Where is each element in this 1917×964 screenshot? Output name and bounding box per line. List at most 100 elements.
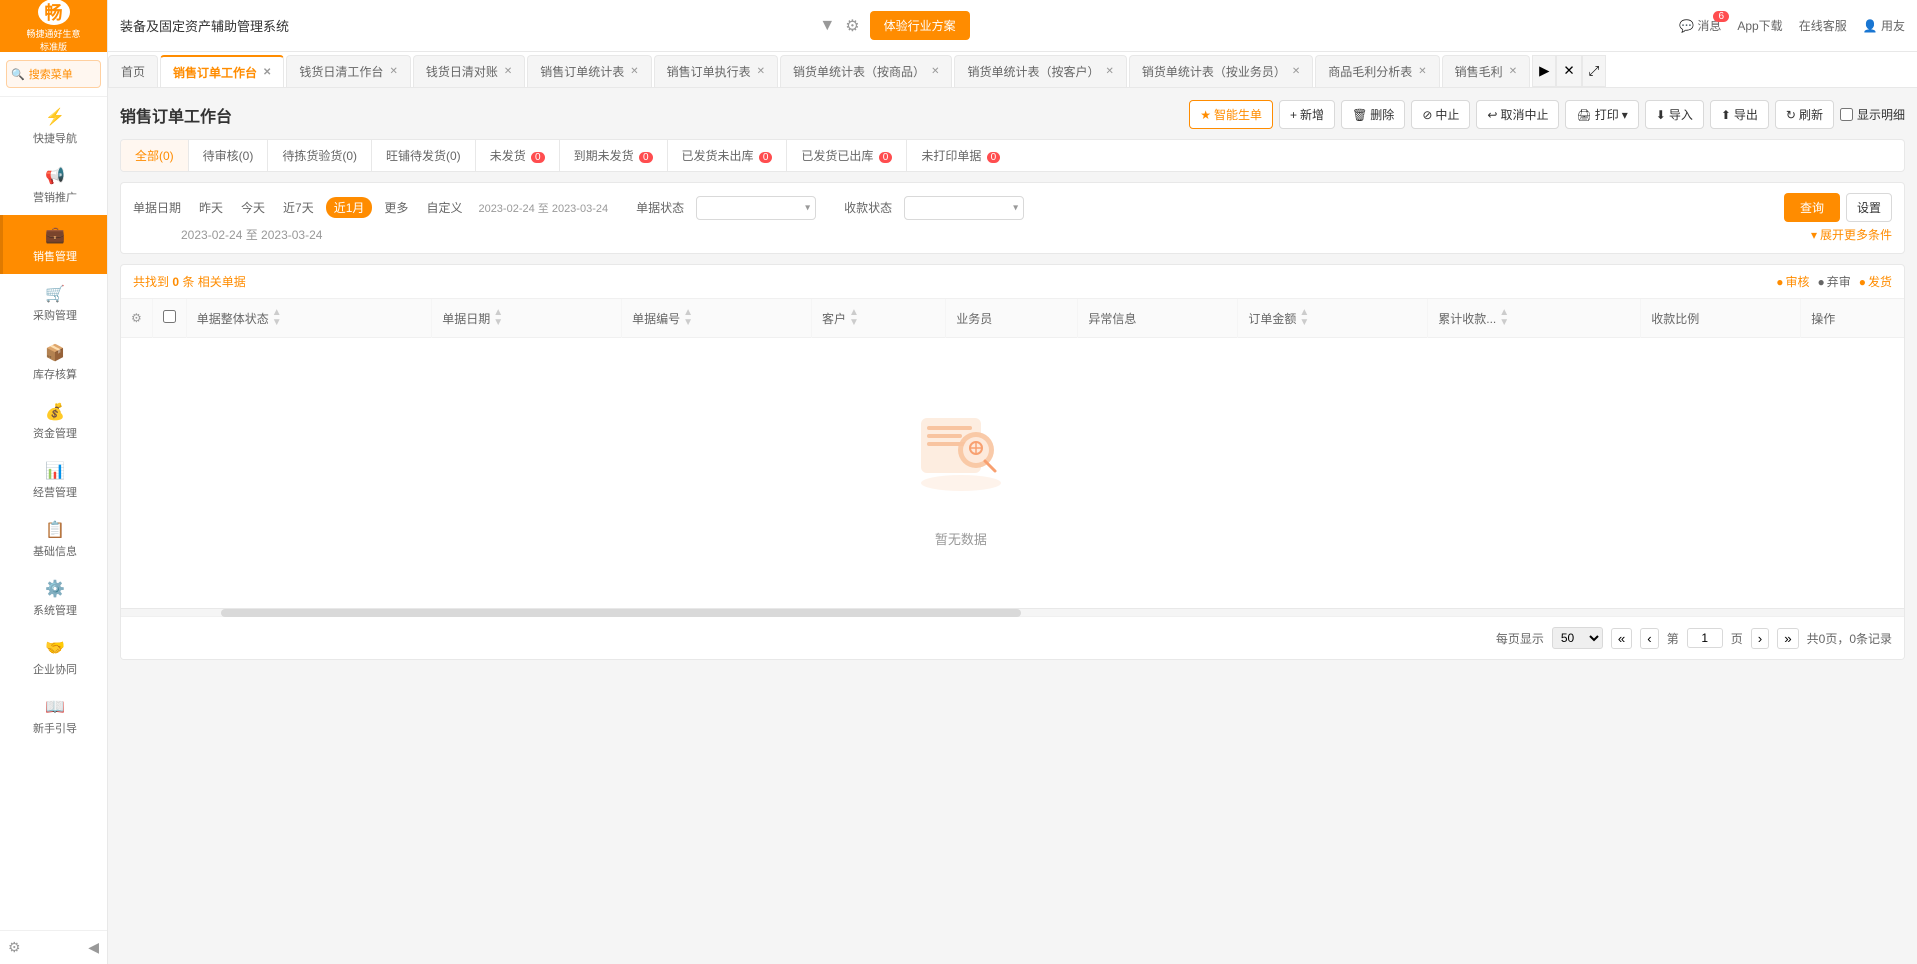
- filter-tab-shipped-not-out[interactable]: 已发货未出库 0: [668, 140, 788, 171]
- th-staff-sort[interactable]: 业务员: [956, 310, 1067, 327]
- message-badge-wrap[interactable]: 💬 消息 6: [1679, 17, 1721, 34]
- expand-conditions-button[interactable]: ▾ 展开更多条件: [1811, 226, 1892, 243]
- filter-tab-not-shipped[interactable]: 未发货 0: [476, 140, 560, 171]
- ship-button[interactable]: ● 发货: [1859, 273, 1892, 290]
- tab-gross-margin[interactable]: 商品毛利分析表 ✕: [1315, 55, 1439, 87]
- tab-cash-daily-close[interactable]: ✕: [389, 66, 397, 77]
- th-status-sort[interactable]: 单据整体状态 ▲▼: [197, 308, 422, 328]
- tab-gross-margin-close[interactable]: ✕: [1418, 66, 1426, 77]
- tab-sale-stats-staff[interactable]: 销货单统计表（按业务员） ✕: [1129, 55, 1313, 87]
- tab-cash-daily[interactable]: 钱货日清工作台 ✕: [286, 55, 410, 87]
- th-customer-sort[interactable]: 客户 ▲▼: [822, 308, 935, 328]
- last-page-button[interactable]: »: [1777, 628, 1798, 649]
- payment-select[interactable]: [904, 196, 1024, 220]
- sidebar-nav-item-cooperation[interactable]: 🤝 企业协同: [0, 628, 107, 687]
- date-quick-last7[interactable]: 近7天: [277, 197, 320, 218]
- collapse-sidebar-button[interactable]: ◀: [88, 939, 99, 956]
- query-button[interactable]: 查询: [1784, 193, 1840, 222]
- industry-solution-button[interactable]: 体验行业方案: [870, 11, 970, 40]
- sidebar-nav-item-finance[interactable]: 💰 资金管理: [0, 392, 107, 451]
- add-button[interactable]: + 新增: [1279, 100, 1335, 129]
- logo[interactable]: 畅 畅捷通好生意 标准版: [0, 0, 107, 52]
- sidebar-nav-item-system[interactable]: ⚙️ 系统管理: [0, 569, 107, 628]
- filter-tab-not-printed[interactable]: 未打印单据 0: [907, 140, 1014, 171]
- tab-sales-revenue[interactable]: 销售毛利 ✕: [1442, 55, 1530, 87]
- date-quick-last1m[interactable]: 近1月: [326, 197, 373, 218]
- tab-cash-reconcile-close[interactable]: ✕: [504, 66, 512, 77]
- th-collected-sort[interactable]: 累计收款... ▲▼: [1438, 308, 1630, 328]
- print-button[interactable]: 🖨 打印 ▾: [1565, 100, 1638, 129]
- tab-fullscreen-button[interactable]: ⤢: [1582, 55, 1607, 87]
- date-quick-today[interactable]: 今天: [235, 197, 271, 218]
- tab-sale-stats-staff-close[interactable]: ✕: [1292, 66, 1300, 77]
- date-quick-custom[interactable]: 自定义: [420, 197, 468, 218]
- tab-home[interactable]: 首页: [108, 55, 158, 87]
- sidebar-nav-item-guide[interactable]: 📖 新手引导: [0, 687, 107, 746]
- select-all-checkbox[interactable]: [163, 310, 176, 323]
- th-settings[interactable]: ⚙: [121, 299, 152, 338]
- sidebar-nav-item-quick[interactable]: ⚡ 快捷导航: [0, 97, 107, 156]
- review-button[interactable]: ● 审核: [1776, 273, 1809, 290]
- sidebar-nav-item-marketing[interactable]: 📢 营销推广: [0, 156, 107, 215]
- sidebar-nav-item-purchase[interactable]: 🛒 采购管理: [0, 274, 107, 333]
- stop-button[interactable]: ⊘ 中止: [1411, 100, 1470, 129]
- tab-sale-stats-customer-close[interactable]: ✕: [1105, 66, 1113, 77]
- th-amount-sort[interactable]: 订单金额 ▲▼: [1248, 308, 1417, 328]
- delete-button[interactable]: 🗑 删除: [1341, 100, 1405, 129]
- scrollbar-thumb[interactable]: [221, 609, 1021, 617]
- topbar-settings-icon[interactable]: ▼: [819, 17, 835, 35]
- page-size-select[interactable]: 50 10 20 100: [1552, 627, 1603, 649]
- smart-order-button[interactable]: ★ 智能生单: [1189, 100, 1273, 129]
- filter-tab-wangpu[interactable]: 旺铺待发货(0): [372, 140, 476, 171]
- filter-tab-expired-not-shipped[interactable]: 到期未发货 0: [560, 140, 668, 171]
- tab-nav-more-button[interactable]: ▶: [1532, 55, 1556, 87]
- tab-sale-stats-product-close[interactable]: ✕: [931, 66, 939, 77]
- prev-page-button[interactable]: ‹: [1640, 628, 1658, 649]
- tab-sales-revenue-close[interactable]: ✕: [1509, 66, 1517, 77]
- tab-sales-exec-close[interactable]: ✕: [757, 66, 765, 77]
- date-quick-more[interactable]: 更多: [378, 197, 414, 218]
- app-download-link[interactable]: App下载: [1737, 17, 1782, 34]
- tab-cash-reconcile[interactable]: 钱货日清对账 ✕: [413, 55, 525, 87]
- filter-tab-pending-review[interactable]: 待审核(0): [189, 140, 269, 171]
- filter-tab-all[interactable]: 全部(0): [121, 140, 189, 171]
- show-detail-checkbox[interactable]: [1840, 108, 1853, 121]
- cancel-stop-button[interactable]: ↩ 取消中止: [1476, 100, 1559, 129]
- user-avatar[interactable]: 👤 用友: [1863, 17, 1905, 34]
- export-button[interactable]: ⬆ 导出: [1710, 100, 1769, 129]
- show-detail-label[interactable]: 显示明细: [1840, 106, 1905, 123]
- topbar-config-icon[interactable]: ⚙: [845, 16, 859, 36]
- tab-sales-workbench[interactable]: 销售订单工作台 ✕: [160, 55, 284, 87]
- tab-close-all-button[interactable]: ✕: [1556, 55, 1581, 87]
- online-service-link[interactable]: 在线客服: [1799, 17, 1847, 34]
- status-label: 单据状态: [636, 199, 684, 216]
- tab-sale-stats-customer[interactable]: 销货单统计表（按客户） ✕: [954, 55, 1126, 87]
- filter-tab-shipped-out[interactable]: 已发货已出库 0: [787, 140, 907, 171]
- tab-sales-stats[interactable]: 销售订单统计表 ✕: [527, 55, 651, 87]
- sidebar-nav-item-operations[interactable]: 📊 经营管理: [0, 451, 107, 510]
- sidebar-nav-item-inventory[interactable]: 📦 库存核算: [0, 333, 107, 392]
- date-quick-yesterday[interactable]: 昨天: [193, 197, 229, 218]
- tab-sales-stats-close[interactable]: ✕: [630, 66, 638, 77]
- next-page-button[interactable]: ›: [1751, 628, 1769, 649]
- void-button[interactable]: ● 弃审: [1817, 273, 1850, 290]
- import-button[interactable]: ⬇ 导入: [1645, 100, 1704, 129]
- sidebar-nav-item-sales[interactable]: 💼 销售管理: [0, 215, 107, 274]
- filter-tab-pending-inspect[interactable]: 待拣货验货(0): [268, 140, 372, 171]
- th-number-sort[interactable]: 单据编号 ▲▼: [632, 308, 801, 328]
- horizontal-scrollbar[interactable]: [121, 608, 1904, 616]
- page-number-input[interactable]: [1687, 628, 1723, 648]
- th-checkbox[interactable]: [152, 299, 186, 338]
- search-menu-button[interactable]: 🔍 搜索菜单: [6, 60, 101, 88]
- tab-sale-stats-product[interactable]: 销货单统计表（按商品） ✕: [780, 55, 952, 87]
- sidebar-nav-item-base[interactable]: 📋 基础信息: [0, 510, 107, 569]
- setting-button[interactable]: 设置: [1846, 193, 1892, 222]
- th-abnormal-sort[interactable]: 异常信息: [1088, 310, 1227, 327]
- first-page-button[interactable]: «: [1611, 628, 1632, 649]
- th-date-sort[interactable]: 单据日期 ▲▼: [442, 308, 611, 328]
- tab-sales-workbench-close[interactable]: ✕: [263, 67, 271, 78]
- refresh-button[interactable]: ↻ 刷新: [1775, 100, 1834, 129]
- status-select[interactable]: [696, 196, 816, 220]
- settings-bottom-button[interactable]: ⚙: [8, 939, 21, 956]
- tab-sales-exec[interactable]: 销售订单执行表 ✕: [654, 55, 778, 87]
